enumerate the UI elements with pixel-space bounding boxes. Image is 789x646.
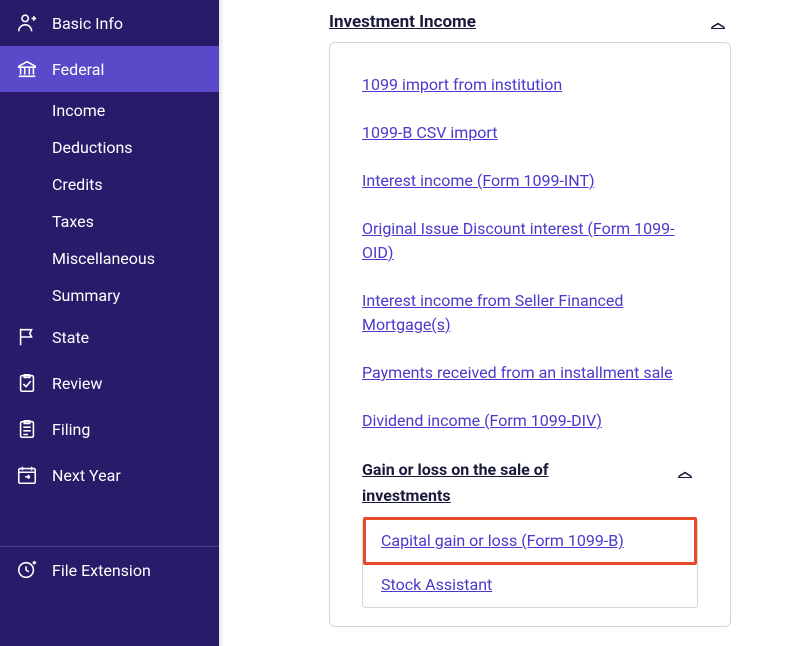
sidebar-item-label: Basic Info	[52, 14, 123, 33]
sidebar-subitem-credits[interactable]: Credits	[52, 166, 219, 203]
sidebar-subitem-income[interactable]: Income	[52, 92, 219, 129]
sidebar-item-label: File Extension	[52, 561, 151, 580]
sidebar-item-label: Filing	[52, 420, 90, 439]
chevron-up-icon: ︿	[711, 12, 731, 32]
sidebar-item-next-year[interactable]: Next Year	[0, 452, 219, 498]
sidebar-item-file-extension[interactable]: File Extension	[0, 547, 219, 593]
sidebar-subitem-summary[interactable]: Summary	[52, 277, 219, 314]
sidebar-item-state[interactable]: State	[0, 314, 219, 360]
subsection-gain-loss[interactable]: Gain or loss on the sale of investments …	[362, 445, 698, 516]
section-panel: 1099 import from institution 1099-B CSV …	[329, 42, 731, 627]
sidebar-item-label: Review	[52, 374, 102, 393]
sidebar-item-federal[interactable]: Federal	[0, 46, 219, 92]
sidebar-item-label: Next Year	[52, 466, 121, 485]
clipboard-icon	[16, 418, 38, 440]
sidebar-item-filing[interactable]: Filing	[0, 406, 219, 452]
sidebar-subitem-taxes[interactable]: Taxes	[52, 203, 219, 240]
link-capital-gain-loss-1099b[interactable]: Capital gain or loss (Form 1099-B)	[381, 519, 679, 563]
person-icon	[16, 12, 38, 34]
section-investment-income[interactable]: Investment Income ︿	[329, 8, 731, 40]
bank-icon	[16, 58, 38, 80]
sidebar-item-label: Federal	[52, 60, 104, 79]
highlighted-row: Capital gain or loss (Form 1099-B)	[381, 519, 679, 563]
sidebar-item-basic-info[interactable]: Basic Info	[0, 0, 219, 46]
subsection-panel: Capital gain or loss (Form 1099-B) Stock…	[362, 518, 698, 608]
link-1099b-csv[interactable]: 1099-B CSV import	[362, 109, 698, 157]
sidebar-subitems: Income Deductions Credits Taxes Miscella…	[0, 92, 219, 314]
chevron-up-icon: ︿	[678, 461, 698, 483]
clock-plus-icon	[16, 559, 38, 581]
sidebar-item-label: State	[52, 328, 89, 347]
sidebar-item-review[interactable]: Review	[0, 360, 219, 406]
link-installment-sale[interactable]: Payments received from an installment sa…	[362, 349, 698, 397]
link-interest-income-1099int[interactable]: Interest income (Form 1099-INT)	[362, 157, 698, 205]
link-seller-financed-mortgage[interactable]: Interest income from Seller Financed Mor…	[362, 277, 698, 349]
link-1099-import[interactable]: 1099 import from institution	[362, 61, 698, 109]
clipboard-check-icon	[16, 372, 38, 394]
link-stock-assistant[interactable]: Stock Assistant	[381, 563, 679, 607]
section-title: Investment Income	[329, 12, 476, 32]
sidebar-subitem-miscellaneous[interactable]: Miscellaneous	[52, 240, 219, 277]
sidebar-subitem-deductions[interactable]: Deductions	[52, 129, 219, 166]
flag-icon	[16, 326, 38, 348]
main-content: Investment Income ︿ 1099 import from ins…	[219, 0, 789, 646]
sidebar-resize-handle[interactable]	[216, 0, 224, 646]
calendar-forward-icon	[16, 464, 38, 486]
link-oid-interest[interactable]: Original Issue Discount interest (Form 1…	[362, 205, 698, 277]
sidebar: Basic Info Federal Income Deductions Cre…	[0, 0, 219, 646]
subsection-title: Gain or loss on the sale of investments	[362, 457, 602, 508]
link-dividend-income[interactable]: Dividend income (Form 1099-DIV)	[362, 397, 698, 445]
